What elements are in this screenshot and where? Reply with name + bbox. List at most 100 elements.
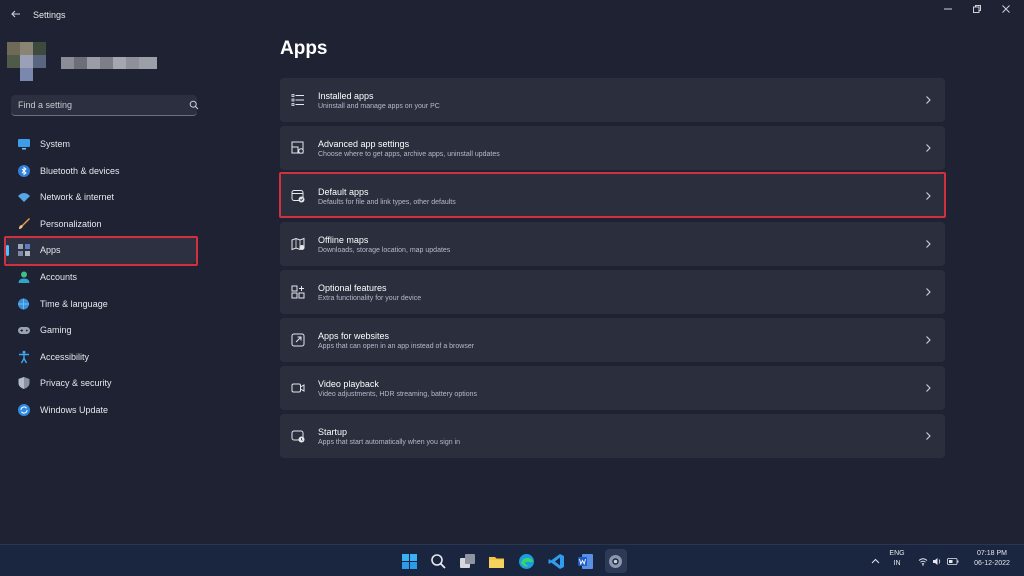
wifi-icon[interactable] xyxy=(918,557,928,566)
sidebar-item-label: Gaming xyxy=(40,325,72,336)
avatar xyxy=(7,42,47,82)
brush-icon xyxy=(19,217,30,229)
sidebar-item-apps[interactable]: Apps xyxy=(6,237,196,264)
card-optional-features[interactable]: Optional features Extra functionality fo… xyxy=(280,270,945,314)
wifi-icon xyxy=(18,193,30,203)
gamepad-icon xyxy=(18,327,30,335)
maximize-button[interactable] xyxy=(966,4,988,18)
open-external-icon xyxy=(291,333,305,347)
restore-icon xyxy=(973,5,981,13)
card-subtitle: Downloads, storage location, map updates xyxy=(318,247,451,254)
sidebar-item-label: Accessibility xyxy=(40,351,90,362)
sidebar-item-label: Bluetooth & devices xyxy=(40,165,120,176)
search-icon[interactable] xyxy=(189,100,199,110)
monitor-icon xyxy=(18,139,30,150)
language-indicator[interactable]: ENG IN xyxy=(887,550,907,567)
card-video-playback[interactable]: Video playback Video adjustments, HDR st… xyxy=(280,366,945,410)
card-subtitle: Video adjustments, HDR streaming, batter… xyxy=(318,391,478,398)
startup-icon xyxy=(291,430,305,443)
card-title: Installed apps xyxy=(318,91,374,101)
edge-icon[interactable] xyxy=(518,553,535,570)
word-icon[interactable] xyxy=(577,553,594,570)
card-title: Default apps xyxy=(318,187,369,197)
chevron-right-icon xyxy=(926,384,931,392)
card-startup[interactable]: Startup Apps that start automatically wh… xyxy=(280,414,945,458)
chevron-right-icon xyxy=(926,96,931,104)
chevron-right-icon xyxy=(926,192,931,200)
sidebar-item-privacy[interactable]: Privacy & security xyxy=(6,370,196,397)
minimize-button[interactable] xyxy=(937,4,959,18)
sidebar-item-system[interactable]: System xyxy=(6,131,196,158)
taskbar: ENG IN 07:18 PM 06-12-2022 xyxy=(0,544,1024,576)
list-icon xyxy=(291,94,304,106)
sidebar-item-accessibility[interactable]: Accessibility xyxy=(6,344,196,371)
minimize-icon xyxy=(944,8,952,10)
show-hidden-icons-chevron-up-icon[interactable] xyxy=(871,557,880,566)
chevron-right-icon xyxy=(926,432,931,440)
sidebar-item-label: Accounts xyxy=(40,271,78,282)
user-profile[interactable] xyxy=(7,42,167,82)
task-view-icon[interactable] xyxy=(459,553,476,570)
region-code: IN xyxy=(893,560,901,567)
card-title: Advanced app settings xyxy=(318,139,410,149)
default-apps-icon xyxy=(291,190,305,203)
sidebar-item-label: Network & internet xyxy=(40,192,115,203)
sidebar-item-network[interactable]: Network & internet xyxy=(6,184,196,211)
sidebar-nav: System Bluetooth & devices Network & int… xyxy=(6,131,198,424)
card-subtitle: Uninstall and manage apps on your PC xyxy=(318,103,440,110)
sidebar-item-label: System xyxy=(40,139,71,149)
sidebar-item-personalization[interactable]: Personalization xyxy=(6,211,196,238)
card-title: Apps for websites xyxy=(318,331,390,341)
accessibility-icon xyxy=(19,350,29,364)
app-settings-icon xyxy=(291,141,304,154)
card-subtitle: Defaults for file and link types, other … xyxy=(318,199,456,206)
back-button[interactable] xyxy=(8,8,24,24)
card-installed-apps[interactable]: Installed apps Uninstall and manage apps… xyxy=(280,78,945,122)
battery-icon[interactable] xyxy=(947,557,959,566)
globe-clock-icon xyxy=(18,298,29,310)
video-icon xyxy=(291,383,305,393)
back-arrow-icon xyxy=(11,10,20,18)
card-apps-for-websites[interactable]: Apps for websites Apps that can open in … xyxy=(280,318,945,362)
apps-settings-list: Installed apps Uninstall and manage apps… xyxy=(280,78,945,462)
file-explorer-icon[interactable] xyxy=(488,553,505,570)
card-title: Optional features xyxy=(318,283,387,293)
sidebar-item-label: Personalization xyxy=(40,218,102,229)
sidebar-item-time-language[interactable]: Time & language xyxy=(6,291,196,318)
vscode-icon[interactable] xyxy=(548,553,565,570)
sidebar-item-label: Apps xyxy=(40,245,61,256)
update-icon xyxy=(18,403,30,416)
bluetooth-icon xyxy=(18,164,30,177)
card-default-apps[interactable]: Default apps Defaults for file and link … xyxy=(280,174,945,218)
page-title: Apps xyxy=(280,38,328,59)
title-bar: Settings xyxy=(0,0,1024,32)
sidebar-item-accounts[interactable]: Accounts xyxy=(6,264,196,291)
sidebar-item-bluetooth[interactable]: Bluetooth & devices xyxy=(6,158,196,185)
clock-time: 07:18 PM xyxy=(977,550,1007,557)
card-title: Video playback xyxy=(318,379,379,389)
chevron-right-icon xyxy=(926,336,931,344)
chevron-right-icon xyxy=(926,288,931,296)
search-icon[interactable] xyxy=(430,553,447,570)
sidebar-item-label: Time & language xyxy=(40,298,108,309)
sidebar-item-label: Privacy & security xyxy=(40,378,112,389)
search-input[interactable] xyxy=(11,95,171,115)
sidebar-item-gaming[interactable]: Gaming xyxy=(6,317,196,344)
settings-icon[interactable] xyxy=(607,553,624,570)
sidebar-item-label: Windows Update xyxy=(40,404,109,415)
card-advanced-app-settings[interactable]: Advanced app settings Choose where to ge… xyxy=(280,126,945,170)
close-icon xyxy=(1002,5,1010,13)
clock-date: 06-12-2022 xyxy=(974,560,1010,567)
card-subtitle: Apps that start automatically when you s… xyxy=(318,439,461,446)
sidebar-item-windows-update[interactable]: Windows Update xyxy=(6,397,196,424)
search-box[interactable] xyxy=(11,95,199,116)
volume-icon[interactable] xyxy=(932,557,942,566)
clock[interactable]: 07:18 PM 06-12-2022 xyxy=(968,550,1016,567)
card-subtitle: Apps that can open in an app instead of … xyxy=(318,343,475,350)
card-subtitle: Choose where to get apps, archive apps, … xyxy=(318,151,500,158)
card-subtitle: Extra functionality for your device xyxy=(318,295,422,302)
apps-icon xyxy=(18,244,30,257)
card-offline-maps[interactable]: Offline maps Downloads, storage location… xyxy=(280,222,945,266)
close-button[interactable] xyxy=(995,4,1017,18)
windows-start-icon[interactable] xyxy=(401,553,418,570)
